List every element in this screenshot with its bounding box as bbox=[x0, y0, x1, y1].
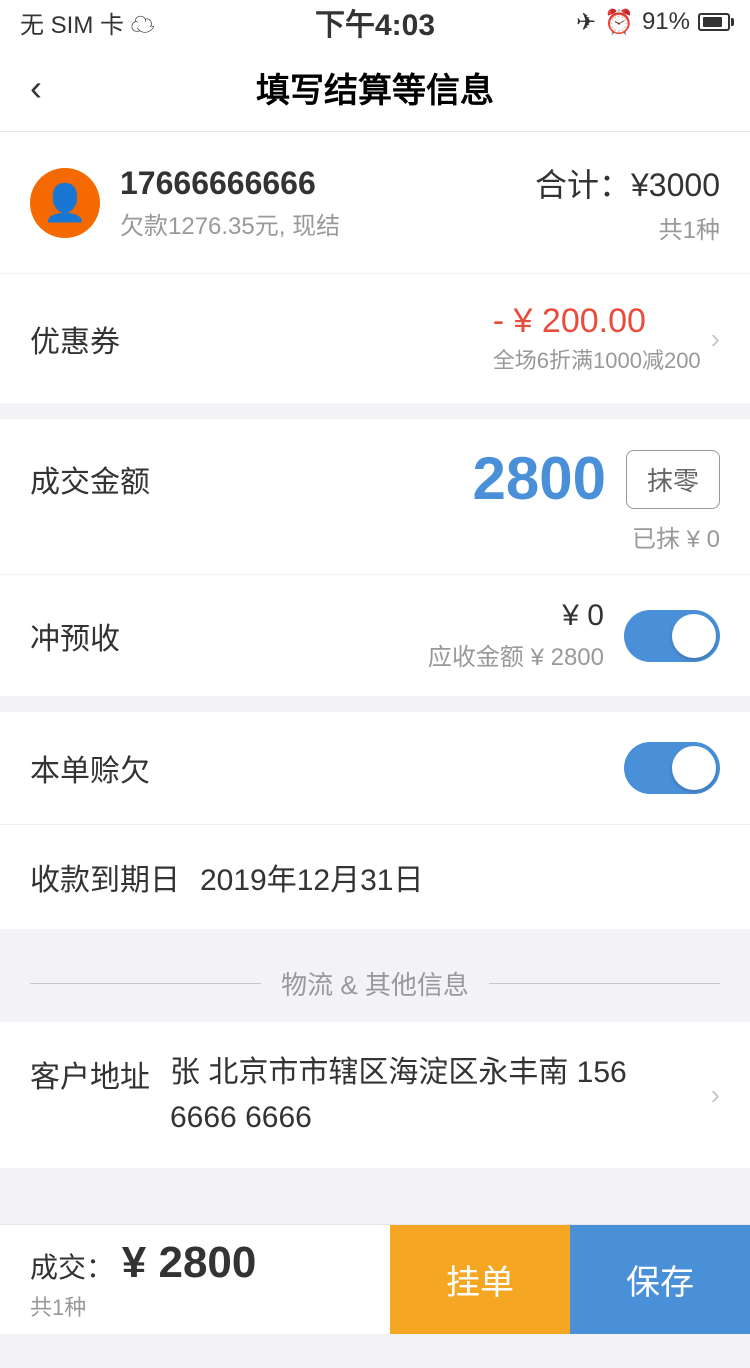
bottom-deal-amount: ¥ 2800 bbox=[122, 1238, 257, 1287]
status-bar: 无 SIM 卡 ☁ 下午4:03 ✈ ⏰ 91% bbox=[0, 0, 750, 44]
battery-percent: 91% bbox=[642, 8, 690, 36]
coupon-label: 优惠券 bbox=[30, 317, 120, 361]
customer-card: 👤 17666666666 欠款1276.35元, 现结 合计：¥3000 共1… bbox=[0, 132, 750, 403]
debt-row: 本单赊欠 bbox=[0, 712, 750, 824]
page-title: 填写结算等信息 bbox=[256, 63, 494, 112]
deal-label: 成交金额 bbox=[30, 457, 150, 501]
status-time: 下午4:03 bbox=[315, 0, 435, 44]
bottom-deal-row: 成交： ¥ 2800 bbox=[30, 1238, 360, 1288]
coupon-desc: 全场6折满1000减200 bbox=[493, 343, 701, 375]
address-label: 客户地址 bbox=[30, 1050, 150, 1096]
divider-line-left bbox=[30, 983, 261, 984]
logistics-label: 物流 & 其他信息 bbox=[261, 965, 489, 1002]
prepay-toggle[interactable] bbox=[624, 610, 720, 662]
total-amount: 合计：¥3000 bbox=[535, 160, 720, 206]
avatar: 👤 bbox=[30, 168, 100, 238]
customer-phone: 17666666666 bbox=[120, 165, 340, 202]
address-row[interactable]: 客户地址 张 北京市市辖区海淀区永丰南 156 6666 6666 › bbox=[0, 1022, 750, 1168]
round-zero-button[interactable]: 抹零 bbox=[626, 450, 720, 509]
deal-amount: 2800 bbox=[473, 449, 606, 509]
customer-info: 17666666666 欠款1276.35元, 现结 bbox=[120, 165, 340, 241]
bottom-count: 共1种 bbox=[30, 1290, 360, 1322]
deal-section: 成交金额 2800 抹零 已抹 ¥ 0 冲预收 ¥ 0 应收金额 ¥ 2800 bbox=[0, 419, 750, 696]
status-left: 无 SIM 卡 ☁ bbox=[20, 5, 155, 40]
duedate-value: 2019年12月31日 bbox=[200, 855, 423, 899]
nav-bar: ‹ 填写结算等信息 bbox=[0, 44, 750, 132]
sim-status: 无 SIM 卡 ☁ bbox=[20, 5, 155, 40]
nav-icon: ✈ bbox=[576, 8, 596, 37]
address-value: 张 北京市市辖区海淀区永丰南 156 6666 6666 bbox=[170, 1050, 701, 1140]
status-right: ✈ ⏰ 91% bbox=[576, 8, 730, 37]
bottom-deal-label: 成交： bbox=[30, 1252, 114, 1283]
duedate-row: 收款到期日 2019年12月31日 bbox=[0, 824, 750, 929]
coupon-amount: - ¥ 200.00 bbox=[493, 302, 701, 341]
coupon-right: - ¥ 200.00 全场6折满1000减200 › bbox=[493, 302, 720, 375]
debt-toggle-knob bbox=[672, 746, 716, 790]
save-button[interactable]: 保存 bbox=[570, 1225, 750, 1334]
prepay-amount-block: ¥ 0 应收金额 ¥ 2800 bbox=[428, 599, 604, 672]
avatar-icon: 👤 bbox=[43, 182, 88, 224]
bottom-summary: 成交： ¥ 2800 共1种 bbox=[0, 1225, 390, 1334]
deal-row: 成交金额 2800 抹零 bbox=[0, 419, 750, 519]
address-section: 客户地址 张 北京市市辖区海淀区永丰南 156 6666 6666 › bbox=[0, 1022, 750, 1168]
prepay-amount: ¥ 0 bbox=[428, 599, 604, 633]
customer-left: 👤 17666666666 欠款1276.35元, 现结 bbox=[30, 165, 340, 241]
prepay-right: ¥ 0 应收金额 ¥ 2800 bbox=[428, 599, 720, 672]
customer-row: 👤 17666666666 欠款1276.35元, 现结 合计：¥3000 共1… bbox=[0, 132, 750, 273]
prepay-row: 冲预收 ¥ 0 应收金额 ¥ 2800 bbox=[0, 574, 750, 696]
back-button[interactable]: ‹ bbox=[20, 57, 52, 119]
debt-section: 本单赊欠 收款到期日 2019年12月31日 bbox=[0, 712, 750, 929]
coupon-row[interactable]: 优惠券 - ¥ 200.00 全场6折满1000减200 › bbox=[0, 273, 750, 403]
alarm-icon: ⏰ bbox=[604, 8, 634, 37]
hold-button[interactable]: 挂单 bbox=[390, 1225, 570, 1334]
debt-label: 本单赊欠 bbox=[30, 746, 150, 790]
customer-right: 合计：¥3000 共1种 bbox=[535, 160, 720, 245]
main-content: 👤 17666666666 欠款1276.35元, 现结 合计：¥3000 共1… bbox=[0, 132, 750, 1368]
prepay-sub-text: 应收金额 ¥ 2800 bbox=[428, 637, 604, 672]
deal-right: 2800 抹零 bbox=[473, 449, 721, 509]
bottom-bar: 成交： ¥ 2800 共1种 挂单 保存 bbox=[0, 1224, 750, 1334]
battery-icon bbox=[698, 13, 730, 31]
address-chevron-icon: › bbox=[711, 1079, 720, 1111]
prepay-label: 冲预收 bbox=[30, 614, 120, 658]
coupon-chevron-icon: › bbox=[711, 323, 720, 355]
total-count: 共1种 bbox=[535, 210, 720, 245]
divider-line-right bbox=[489, 983, 720, 984]
toggle-knob bbox=[672, 614, 716, 658]
deal-sub-text: 已抹 ¥ 0 bbox=[0, 519, 750, 574]
customer-desc: 欠款1276.35元, 现结 bbox=[120, 206, 340, 241]
logistics-divider: 物流 & 其他信息 bbox=[0, 945, 750, 1022]
duedate-label: 收款到期日 bbox=[30, 855, 180, 899]
debt-toggle[interactable] bbox=[624, 742, 720, 794]
